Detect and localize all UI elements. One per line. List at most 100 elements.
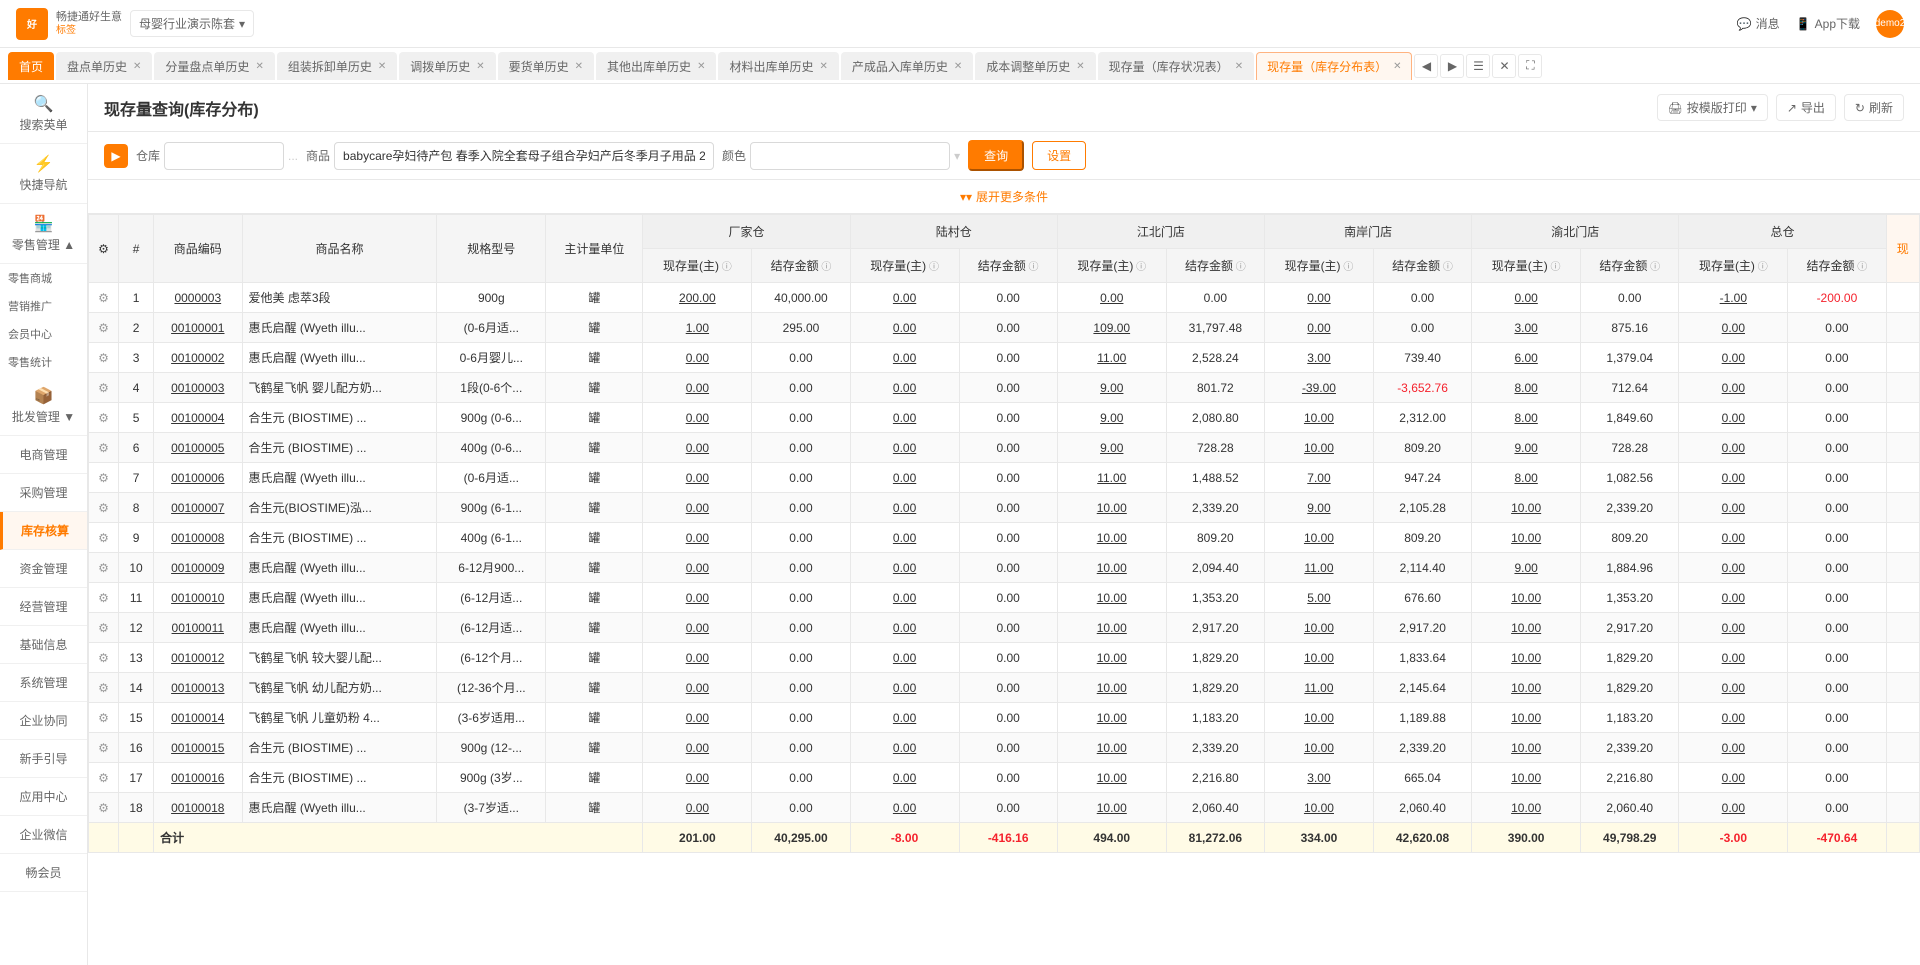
cell-settings[interactable]: ⚙ xyxy=(89,313,119,343)
cell-jiangbei-stock[interactable]: 10.00 xyxy=(1057,583,1166,613)
tab-stock-distribution[interactable]: 现存量（库存分布表） ✕ xyxy=(1256,52,1412,80)
sidebar-item-collaboration[interactable]: 企业协同 xyxy=(0,702,87,740)
cell-nanan-stock[interactable]: 0.00 xyxy=(1265,313,1374,343)
cell-settings[interactable]: ⚙ xyxy=(89,613,119,643)
sidebar-item-finance[interactable]: 资金管理 xyxy=(0,550,87,588)
tab-assembly[interactable]: 组装拆卸单历史 ✕ xyxy=(277,52,397,80)
cell-nanan-stock[interactable]: 10.00 xyxy=(1265,793,1374,823)
app-download-btn[interactable]: 📱 App下载 xyxy=(1796,15,1860,32)
cell-factory-stock[interactable]: 0.00 xyxy=(643,613,752,643)
tab-close-inventory[interactable]: ✕ xyxy=(133,61,141,72)
cell-jiangbei-stock[interactable]: 11.00 xyxy=(1057,343,1166,373)
sidebar-item-retail-stats[interactable]: 零售统计 xyxy=(0,348,87,376)
cell-nanan-stock[interactable]: -39.00 xyxy=(1265,373,1374,403)
sidebar-item-system[interactable]: 系统管理 xyxy=(0,664,87,702)
tab-close-status[interactable]: ✕ xyxy=(1235,61,1243,72)
filter-collapse-btn[interactable]: ▶ xyxy=(104,144,128,168)
cell-nanan-stock[interactable]: 10.00 xyxy=(1265,523,1374,553)
cell-total-stock[interactable]: 0.00 xyxy=(1679,553,1788,583)
cell-settings[interactable]: ⚙ xyxy=(89,523,119,553)
cell-nanan-stock[interactable]: 10.00 xyxy=(1265,433,1374,463)
cell-product-code[interactable]: 00100012 xyxy=(154,643,242,673)
cell-factory-stock[interactable]: 0.00 xyxy=(643,733,752,763)
tab-other-outbound[interactable]: 其他出库单历史 ✕ xyxy=(596,52,716,80)
cell-nanan-stock[interactable]: 10.00 xyxy=(1265,733,1374,763)
cell-product-code[interactable]: 00100008 xyxy=(154,523,242,553)
cell-nanan-stock[interactable]: 10.00 xyxy=(1265,643,1374,673)
cell-jiangbei-stock[interactable]: 9.00 xyxy=(1057,403,1166,433)
cell-yubei-stock[interactable]: 6.00 xyxy=(1472,343,1581,373)
cell-luojiang-stock[interactable]: 0.00 xyxy=(850,673,959,703)
cell-total-stock[interactable]: 0.00 xyxy=(1679,403,1788,433)
cell-jiangbei-stock[interactable]: 10.00 xyxy=(1057,553,1166,583)
cell-nanan-stock[interactable]: 10.00 xyxy=(1265,403,1374,433)
cell-yubei-stock[interactable]: 10.00 xyxy=(1472,673,1581,703)
color-input[interactable] xyxy=(750,142,950,170)
cell-settings[interactable]: ⚙ xyxy=(89,433,119,463)
cell-jiangbei-stock[interactable]: 109.00 xyxy=(1057,313,1166,343)
cell-luojiang-stock[interactable]: 0.00 xyxy=(850,343,959,373)
tab-close-all-btn[interactable]: ✕ xyxy=(1492,54,1516,78)
cell-product-code[interactable]: 00100001 xyxy=(154,313,242,343)
cell-factory-stock[interactable]: 200.00 xyxy=(643,283,752,313)
cell-product-code[interactable]: 00100005 xyxy=(154,433,242,463)
cell-product-code[interactable]: 00100007 xyxy=(154,493,242,523)
cell-settings[interactable]: ⚙ xyxy=(89,643,119,673)
cell-settings[interactable]: ⚙ xyxy=(89,373,119,403)
sidebar-item-purchase[interactable]: 采购管理 xyxy=(0,474,87,512)
query-btn[interactable]: 查询 xyxy=(968,140,1024,171)
cell-nanan-stock[interactable]: 9.00 xyxy=(1265,493,1374,523)
refresh-btn[interactable]: ↻ 刷新 xyxy=(1844,94,1904,121)
cell-jiangbei-stock[interactable]: 11.00 xyxy=(1057,463,1166,493)
cell-total-stock[interactable]: 0.00 xyxy=(1679,733,1788,763)
cell-jiangbei-stock[interactable]: 10.00 xyxy=(1057,703,1166,733)
cell-luojiang-stock[interactable]: 0.00 xyxy=(850,553,959,583)
cell-yubei-stock[interactable]: 8.00 xyxy=(1472,403,1581,433)
cell-factory-stock[interactable]: 0.00 xyxy=(643,643,752,673)
cell-settings[interactable]: ⚙ xyxy=(89,343,119,373)
cell-product-code[interactable]: 00100006 xyxy=(154,463,242,493)
sidebar-item-retail[interactable]: 🏪 零售管理 ▲ xyxy=(0,204,87,264)
cell-settings[interactable]: ⚙ xyxy=(89,553,119,583)
tab-cost-adjustment[interactable]: 成本调整单历史 ✕ xyxy=(975,52,1095,80)
tab-close-material[interactable]: ✕ xyxy=(819,61,827,72)
message-btn[interactable]: 💬 消息 xyxy=(1737,15,1780,32)
product-input[interactable] xyxy=(334,142,714,170)
cell-total-stock[interactable]: 0.00 xyxy=(1679,523,1788,553)
sidebar-item-ecommerce[interactable]: 电商管理 xyxy=(0,436,87,474)
table-container[interactable]: ⚙ # 商品编码 商品名称 规格型号 主计量单位 厂家仓 陆村仓 江北门店 南岸… xyxy=(88,214,1920,965)
tab-production-inbound[interactable]: 产成品入库单历史 ✕ xyxy=(841,52,973,80)
cell-product-code[interactable]: 00100002 xyxy=(154,343,242,373)
cell-settings[interactable]: ⚙ xyxy=(89,733,119,763)
cell-total-stock[interactable]: 0.00 xyxy=(1679,343,1788,373)
cell-luojiang-stock[interactable]: 0.00 xyxy=(850,523,959,553)
cell-total-stock[interactable]: 0.00 xyxy=(1679,613,1788,643)
tab-stock-status[interactable]: 现存量（库存状况表） ✕ xyxy=(1098,52,1254,80)
sidebar-item-marketing[interactable]: 营销推广 xyxy=(0,292,87,320)
cell-luojiang-stock[interactable]: 0.00 xyxy=(850,373,959,403)
sidebar-item-wholesale[interactable]: 📦 批发管理 ▼ xyxy=(0,376,87,436)
cell-settings[interactable]: ⚙ xyxy=(89,583,119,613)
sidebar-item-operations[interactable]: 经营管理 xyxy=(0,588,87,626)
tab-close-allocation[interactable]: ✕ xyxy=(476,61,484,72)
cell-luojiang-stock[interactable]: 0.00 xyxy=(850,403,959,433)
cell-luojiang-stock[interactable]: 0.00 xyxy=(850,493,959,523)
cell-settings[interactable]: ⚙ xyxy=(89,793,119,823)
cell-jiangbei-stock[interactable]: 10.00 xyxy=(1057,493,1166,523)
cell-factory-stock[interactable]: 0.00 xyxy=(643,373,752,403)
cell-factory-stock[interactable]: 0.00 xyxy=(643,403,752,433)
cell-luojiang-stock[interactable]: 0.00 xyxy=(850,283,959,313)
cell-settings[interactable]: ⚙ xyxy=(89,463,119,493)
cell-yubei-stock[interactable]: 8.00 xyxy=(1472,463,1581,493)
cell-total-stock[interactable]: 0.00 xyxy=(1679,493,1788,523)
cell-luojiang-stock[interactable]: 0.00 xyxy=(850,763,959,793)
cell-jiangbei-stock[interactable]: 10.00 xyxy=(1057,643,1166,673)
tab-next-btn[interactable]: ▶ xyxy=(1440,54,1464,78)
tab-close-branch[interactable]: ✕ xyxy=(255,61,263,72)
cell-product-code[interactable]: 00100015 xyxy=(154,733,242,763)
cell-yubei-stock[interactable]: 9.00 xyxy=(1472,553,1581,583)
cell-product-code[interactable]: 00100018 xyxy=(154,793,242,823)
cell-jiangbei-stock[interactable]: 10.00 xyxy=(1057,613,1166,643)
cell-yubei-stock[interactable]: 10.00 xyxy=(1472,613,1581,643)
cell-luojiang-stock[interactable]: 0.00 xyxy=(850,643,959,673)
